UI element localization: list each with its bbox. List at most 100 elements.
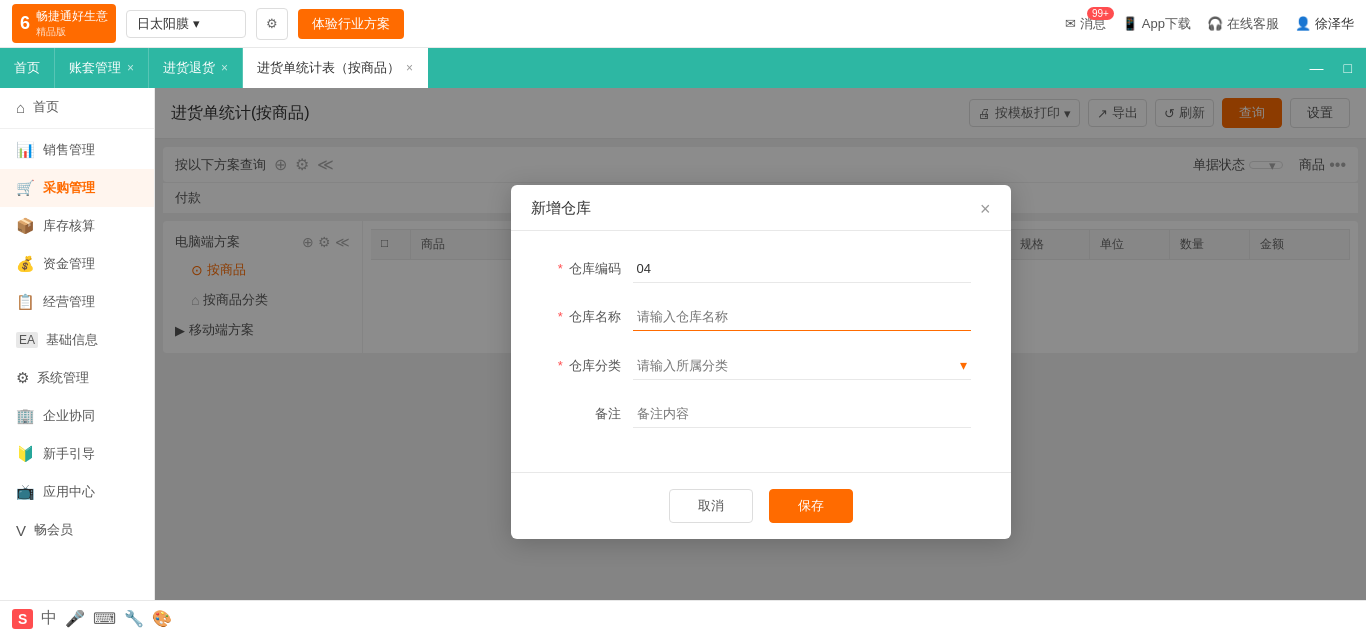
modal-header: 新增仓库 × [511,185,1011,231]
sidebar: ⌂ 首页 📊 销售管理 🛒 采购管理 📦 库存核算 💰 资金管理 📋 经营管理 … [0,88,155,636]
message-button[interactable]: ✉ 消息 99+ [1065,15,1106,33]
sidebar-item-vip[interactable]: V 畅会员 [0,511,154,549]
name-input[interactable] [633,303,971,331]
sidebar-item-newbie[interactable]: 🔰 新手引导 [0,435,154,473]
category-select[interactable]: ▾ [633,351,971,380]
tab-account-close[interactable]: × [127,61,134,75]
sidebar-item-management-label: 经营管理 [43,293,95,311]
form-row-name: * 仓库名称 [551,303,971,331]
modal-title: 新增仓库 [531,199,591,218]
logo-text-block: 畅捷通好生意 精品版 [36,8,108,39]
sidebar-item-app-center-label: 应用中心 [43,483,95,501]
sidebar-item-home-label: 首页 [33,98,59,116]
sidebar-item-basic-info[interactable]: EA 基础信息 [0,321,154,359]
app-download-button[interactable]: 📱 App下载 [1122,15,1191,33]
finance-icon: 💰 [16,255,35,273]
user-name: 徐泽华 [1315,15,1354,33]
user-info[interactable]: 👤 徐泽华 [1295,15,1354,33]
code-required-mark: * [558,261,563,276]
remark-label-text: 备注 [595,406,621,421]
tab-purchase-stats[interactable]: 进货单统计表（按商品） × [243,48,428,88]
code-label: * 仓库编码 [551,260,621,278]
modal-footer: 取消 保存 [511,472,1011,539]
window-min-button[interactable]: — [1304,58,1330,78]
save-button[interactable]: 保存 [769,489,853,523]
modal-close-button[interactable]: × [980,200,991,218]
inventory-icon: 📦 [16,217,35,235]
sidebar-item-enterprise-label: 企业协同 [43,407,95,425]
gear-icon: ⚙ [266,16,278,31]
modal-overlay: 新增仓库 × * 仓库编码 * [155,88,1366,636]
sidebar-item-sales-label: 销售管理 [43,141,95,159]
modal-body: * 仓库编码 * 仓库名称 [511,231,1011,472]
category-select-input[interactable] [637,358,960,373]
nav-tabs-right: — □ [1304,58,1366,78]
store-selector[interactable]: 日太阳膜 ▾ [126,10,246,38]
basic-info-icon: EA [16,332,38,348]
keyboard-icon[interactable]: ⌨ [93,609,116,628]
vip-icon: V [16,522,26,539]
category-required-mark: * [558,358,563,373]
tab-purchase-stats-label: 进货单统计表（按商品） [257,59,400,77]
tab-account-label: 账套管理 [69,59,121,77]
sidebar-item-sales[interactable]: 📊 销售管理 [0,131,154,169]
header-right: ✉ 消息 99+ 📱 App下载 🎧 在线客服 👤 徐泽华 [1065,15,1354,33]
name-required-mark: * [558,309,563,324]
name-label-text: 仓库名称 [569,309,621,324]
remark-input[interactable] [633,400,971,428]
form-row-category: * 仓库分类 ▾ [551,351,971,380]
content-area: 进货单统计(按商品) 🖨 按模板打印 ▾ ↗ 导出 ↺ 刷新 查询 设置 [155,88,1366,636]
bottom-logo: S [12,609,33,629]
sidebar-item-app-center[interactable]: 📺 应用中心 [0,473,154,511]
avatar-icon: 👤 [1295,16,1311,31]
form-row-remark: 备注 [551,400,971,428]
mic-icon[interactable]: 🎤 [65,609,85,628]
logo-sub-text: 精品版 [36,25,108,39]
management-icon: 📋 [16,293,35,311]
window-max-button[interactable]: □ [1338,58,1358,78]
tools-icon[interactable]: 🔧 [124,609,144,628]
sidebar-item-home[interactable]: ⌂ 首页 [0,88,154,126]
mobile-icon: 📱 [1122,16,1138,31]
tab-purchase-stats-close[interactable]: × [406,61,413,75]
chinese-char-icon[interactable]: 中 [41,608,57,629]
code-label-text: 仓库编码 [569,261,621,276]
sidebar-item-inventory[interactable]: 📦 库存核算 [0,207,154,245]
sidebar-item-purchase[interactable]: 🛒 采购管理 [0,169,154,207]
cancel-button[interactable]: 取消 [669,489,753,523]
sidebar-item-enterprise[interactable]: 🏢 企业协同 [0,397,154,435]
sidebar-item-purchase-label: 采购管理 [43,179,95,197]
category-arrow-icon: ▾ [960,357,967,373]
headset-icon: 🎧 [1207,16,1223,31]
online-service-button[interactable]: 🎧 在线客服 [1207,15,1279,33]
purchase-icon: 🛒 [16,179,35,197]
sidebar-item-management[interactable]: 📋 经营管理 [0,283,154,321]
main-layout: ⌂ 首页 📊 销售管理 🛒 采购管理 📦 库存核算 💰 资金管理 📋 经营管理 … [0,88,1366,636]
category-label: * 仓库分类 [551,357,621,375]
nav-tabs: 首页 账套管理 × 进货退货 × 进货单统计表（按商品） × — □ [0,48,1366,88]
app-download-label: App下载 [1142,15,1191,33]
app-center-icon: 📺 [16,483,35,501]
color-icon[interactable]: 🎨 [152,609,172,628]
tab-purchase-return[interactable]: 进货退货 × [149,48,243,88]
tab-purchase-return-close[interactable]: × [221,61,228,75]
tab-account[interactable]: 账套管理 × [55,48,149,88]
online-service-label: 在线客服 [1227,15,1279,33]
home-icon: ⌂ [16,99,25,116]
sidebar-item-finance[interactable]: 💰 资金管理 [0,245,154,283]
tab-home[interactable]: 首页 [0,48,55,88]
trial-button[interactable]: 体验行业方案 [298,9,404,39]
sidebar-item-system[interactable]: ⚙ 系统管理 [0,359,154,397]
remark-label: 备注 [551,405,621,423]
settings-gear-button[interactable]: ⚙ [256,8,288,40]
new-warehouse-modal: 新增仓库 × * 仓库编码 * [511,185,1011,539]
message-icon: ✉ [1065,16,1076,31]
tab-home-label: 首页 [14,59,40,77]
bottom-bar: S 中 🎤 ⌨ 🔧 🎨 [0,600,1366,636]
sidebar-item-system-label: 系统管理 [37,369,89,387]
code-input[interactable] [633,255,971,283]
top-header: 6 畅捷通好生意 精品版 日太阳膜 ▾ ⚙ 体验行业方案 ✉ 消息 99+ 📱 … [0,0,1366,48]
system-icon: ⚙ [16,369,29,387]
dropdown-arrow-icon: ▾ [193,16,200,31]
sidebar-item-vip-label: 畅会员 [34,521,73,539]
